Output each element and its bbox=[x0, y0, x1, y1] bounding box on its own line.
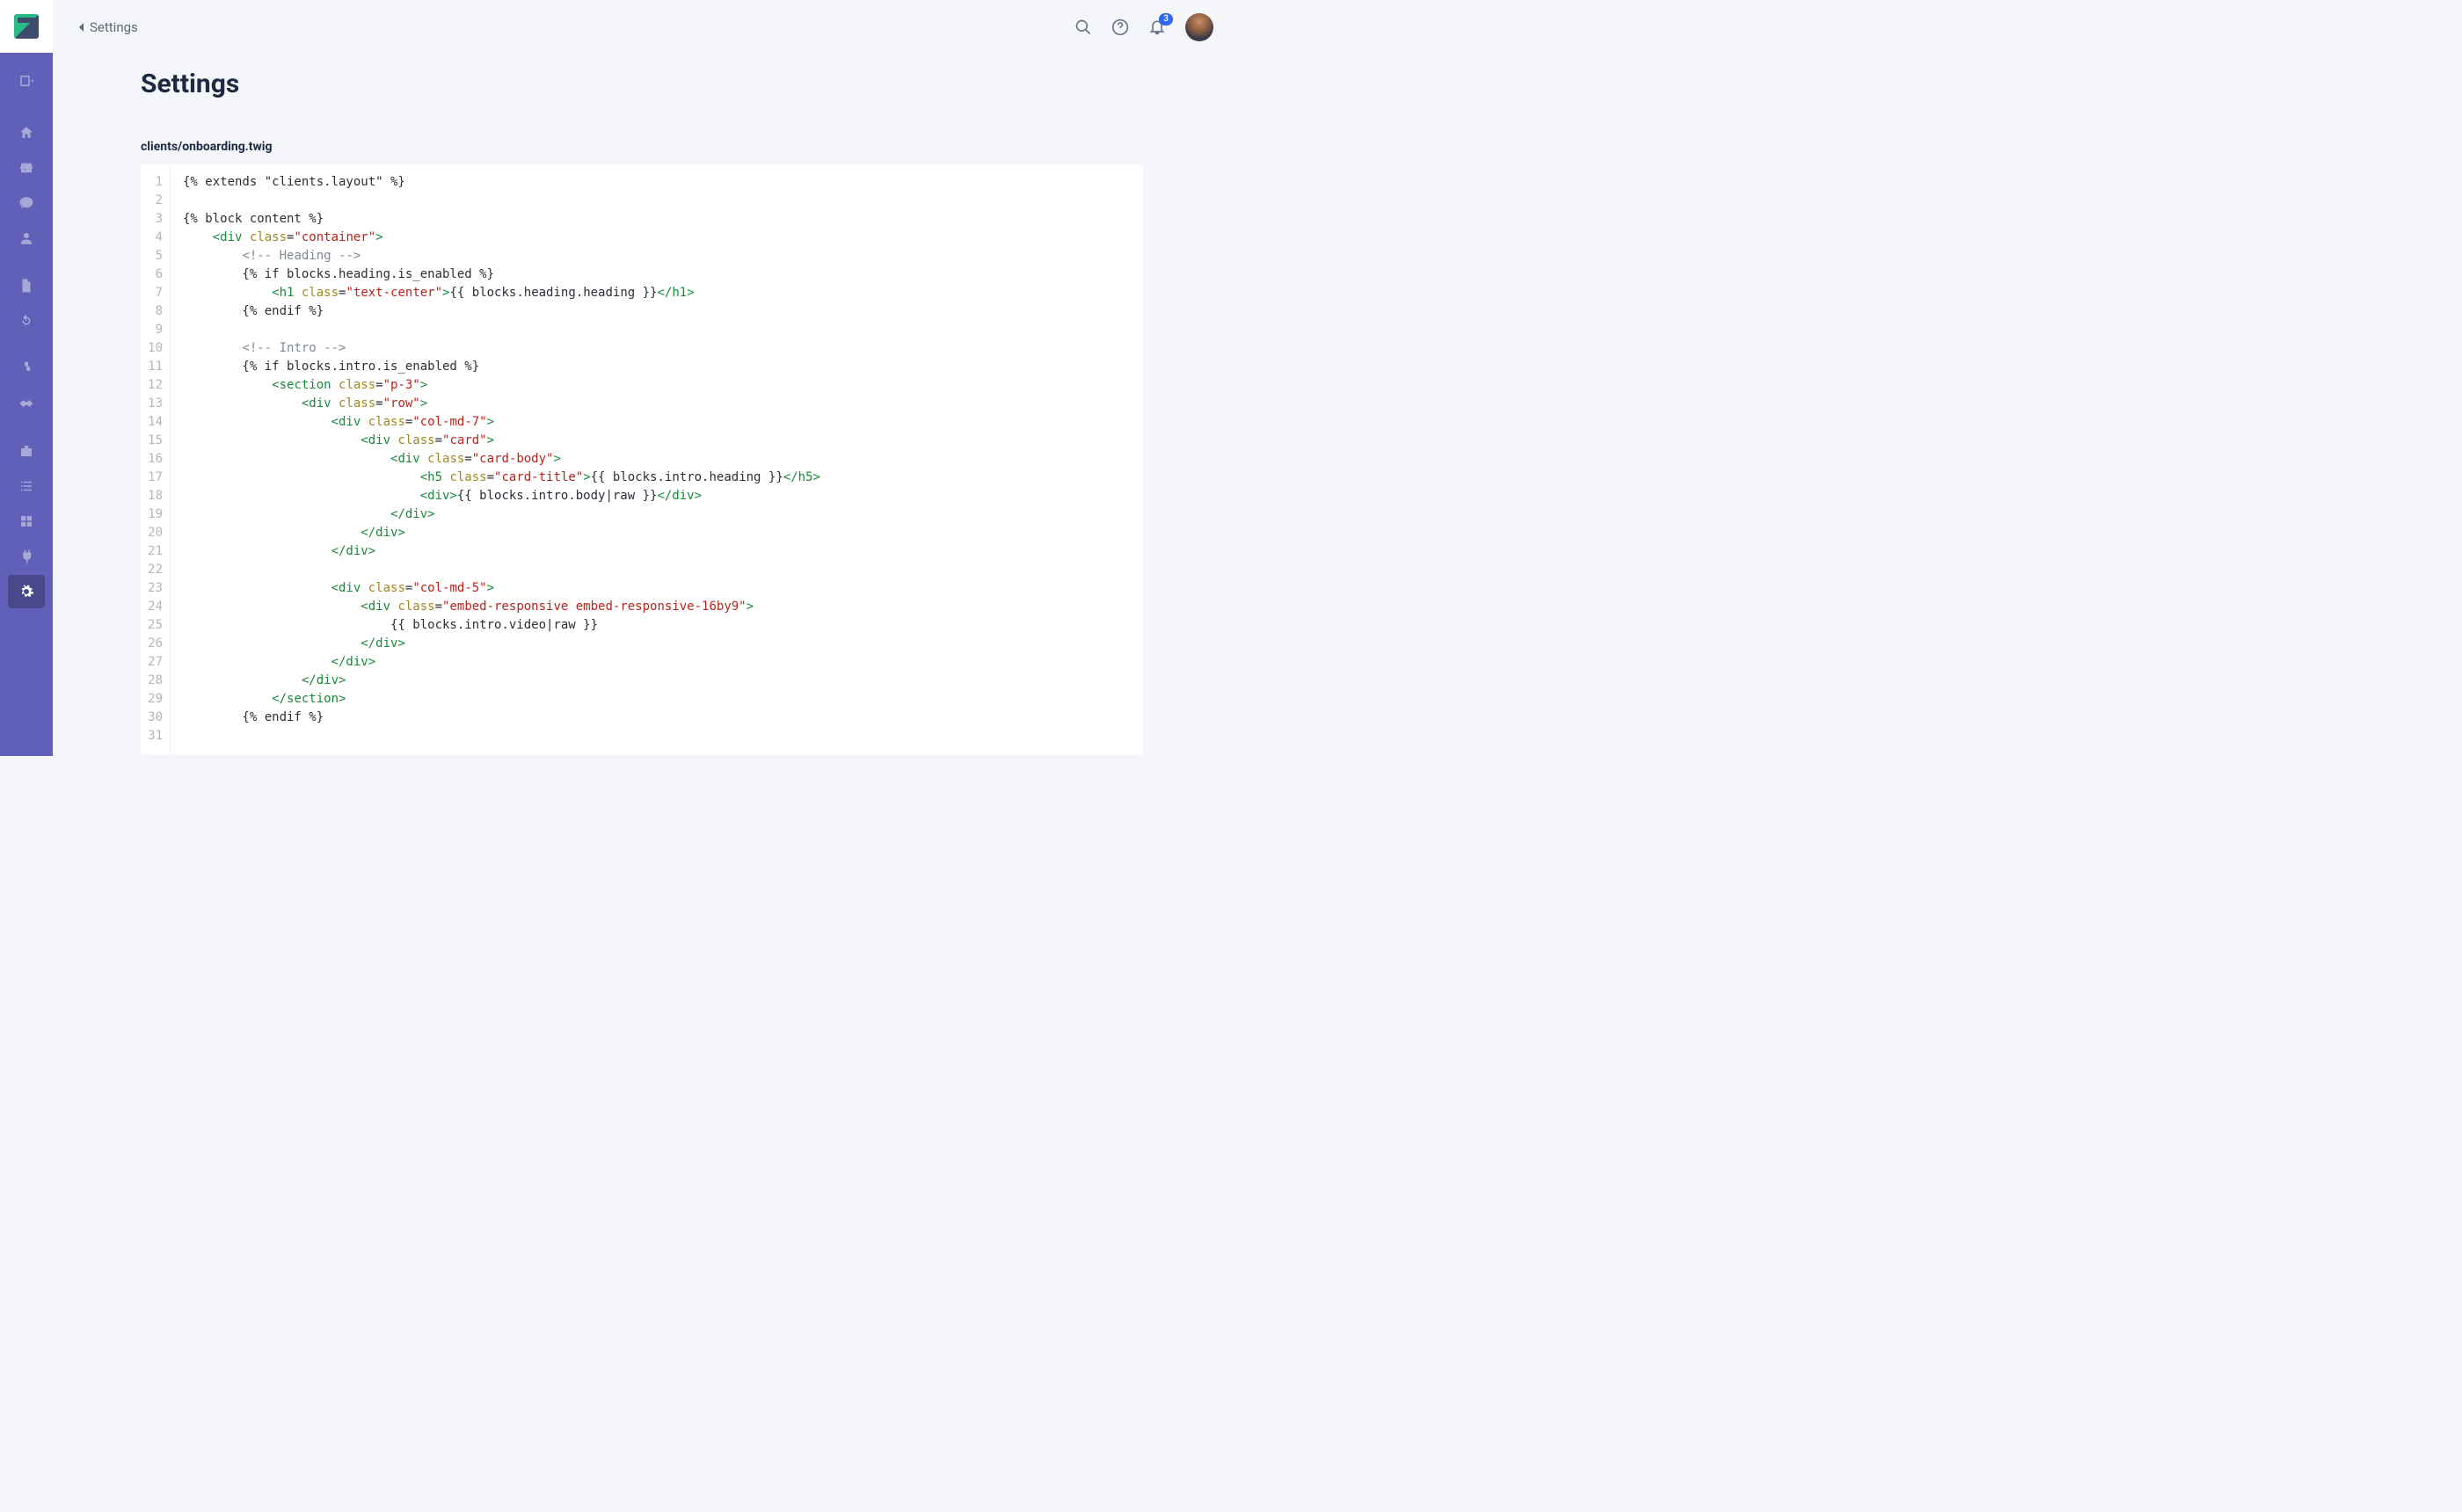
search-icon[interactable] bbox=[1074, 18, 1092, 36]
list-icon[interactable] bbox=[8, 469, 45, 503]
page-title: Settings bbox=[141, 69, 1143, 99]
file-path: clients/onboarding.twig bbox=[141, 140, 1143, 154]
breadcrumb-label: Settings bbox=[90, 19, 138, 35]
collapse-icon[interactable] bbox=[8, 64, 45, 98]
help-icon[interactable] bbox=[1111, 18, 1129, 36]
code-content[interactable]: {% extends "clients.layout" %} {% block … bbox=[171, 164, 833, 754]
plug-icon[interactable] bbox=[8, 540, 45, 573]
document-icon[interactable] bbox=[8, 269, 45, 302]
handshake-icon[interactable] bbox=[8, 387, 45, 420]
refresh-icon[interactable] bbox=[8, 304, 45, 338]
settings-icon[interactable] bbox=[8, 575, 45, 608]
flow-icon[interactable] bbox=[8, 352, 45, 385]
chat-icon[interactable] bbox=[8, 186, 45, 220]
sidebar bbox=[0, 0, 53, 756]
inbox-icon[interactable] bbox=[8, 151, 45, 185]
user-icon[interactable] bbox=[8, 222, 45, 255]
avatar[interactable] bbox=[1185, 13, 1213, 41]
home-icon[interactable] bbox=[8, 116, 45, 149]
chevron-left-icon bbox=[77, 22, 84, 33]
grid-icon[interactable] bbox=[8, 505, 45, 538]
notification-badge: 3 bbox=[1159, 13, 1173, 25]
topbar: Settings 3 bbox=[53, 0, 1231, 55]
breadcrumb[interactable]: Settings bbox=[77, 19, 138, 35]
toolbox-icon[interactable] bbox=[8, 434, 45, 468]
line-gutter: 1234567891011121314151617181920212223242… bbox=[141, 164, 171, 754]
code-editor[interactable]: 1234567891011121314151617181920212223242… bbox=[141, 164, 1143, 754]
notifications-icon[interactable]: 3 bbox=[1148, 18, 1166, 36]
logo[interactable] bbox=[0, 0, 53, 53]
main: Settings 3 Settings clients/onboarding.t… bbox=[53, 0, 1231, 756]
